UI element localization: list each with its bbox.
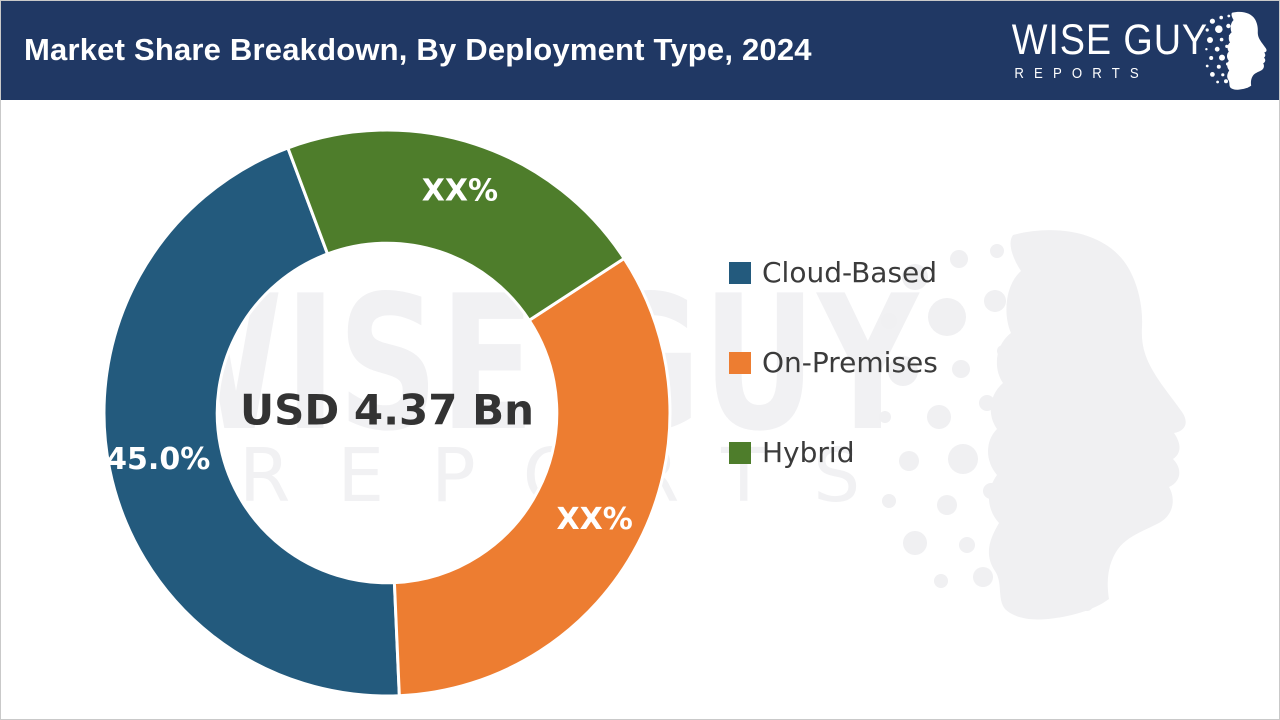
legend-swatch: [729, 262, 751, 284]
donut-slice-hybrid: [285, 128, 627, 323]
legend-label: Cloud-Based: [762, 256, 938, 289]
logo-tagline: REPORTS: [1014, 64, 1149, 82]
logo-name: WISE GUY: [1011, 15, 1208, 64]
slice-label: XX%: [556, 502, 632, 537]
header: Market Share Breakdown, By Deployment Ty…: [1, 1, 1279, 100]
page-title: Market Share Breakdown, By Deployment Ty…: [24, 32, 812, 67]
chart-legend: Cloud-Based On-Premises Hybrid: [729, 256, 938, 469]
donut-slice-on-premises: [392, 256, 672, 698]
slice-label: 45.0%: [106, 442, 210, 477]
chart-center-value: USD 4.37 Bn: [240, 385, 534, 435]
donut-chart: 45.0% XX% XX%: [102, 128, 672, 698]
legend-swatch: [729, 352, 751, 374]
legend-item-hybrid: Hybrid: [729, 436, 938, 469]
legend-item-cloud-based: Cloud-Based: [729, 256, 938, 289]
legend-item-on-premises: On-Premises: [729, 346, 938, 379]
legend-label: Hybrid: [762, 436, 855, 469]
legend-swatch: [729, 442, 751, 464]
market-share-report-card: Market Share Breakdown, By Deployment Ty…: [0, 0, 1280, 720]
wise-guy-face-icon: [1205, 11, 1267, 90]
legend-label: On-Premises: [762, 346, 938, 379]
logo-text: WISE GUY REPORTS: [1011, 15, 1208, 82]
slice-label: XX%: [422, 174, 498, 209]
chart-area: WISE GUY REPORTS 45.0%XX%XX% USD 4.37 Bn…: [1, 101, 1279, 719]
wise-guy-logo: WISE GUY REPORTS: [985, 6, 1268, 94]
